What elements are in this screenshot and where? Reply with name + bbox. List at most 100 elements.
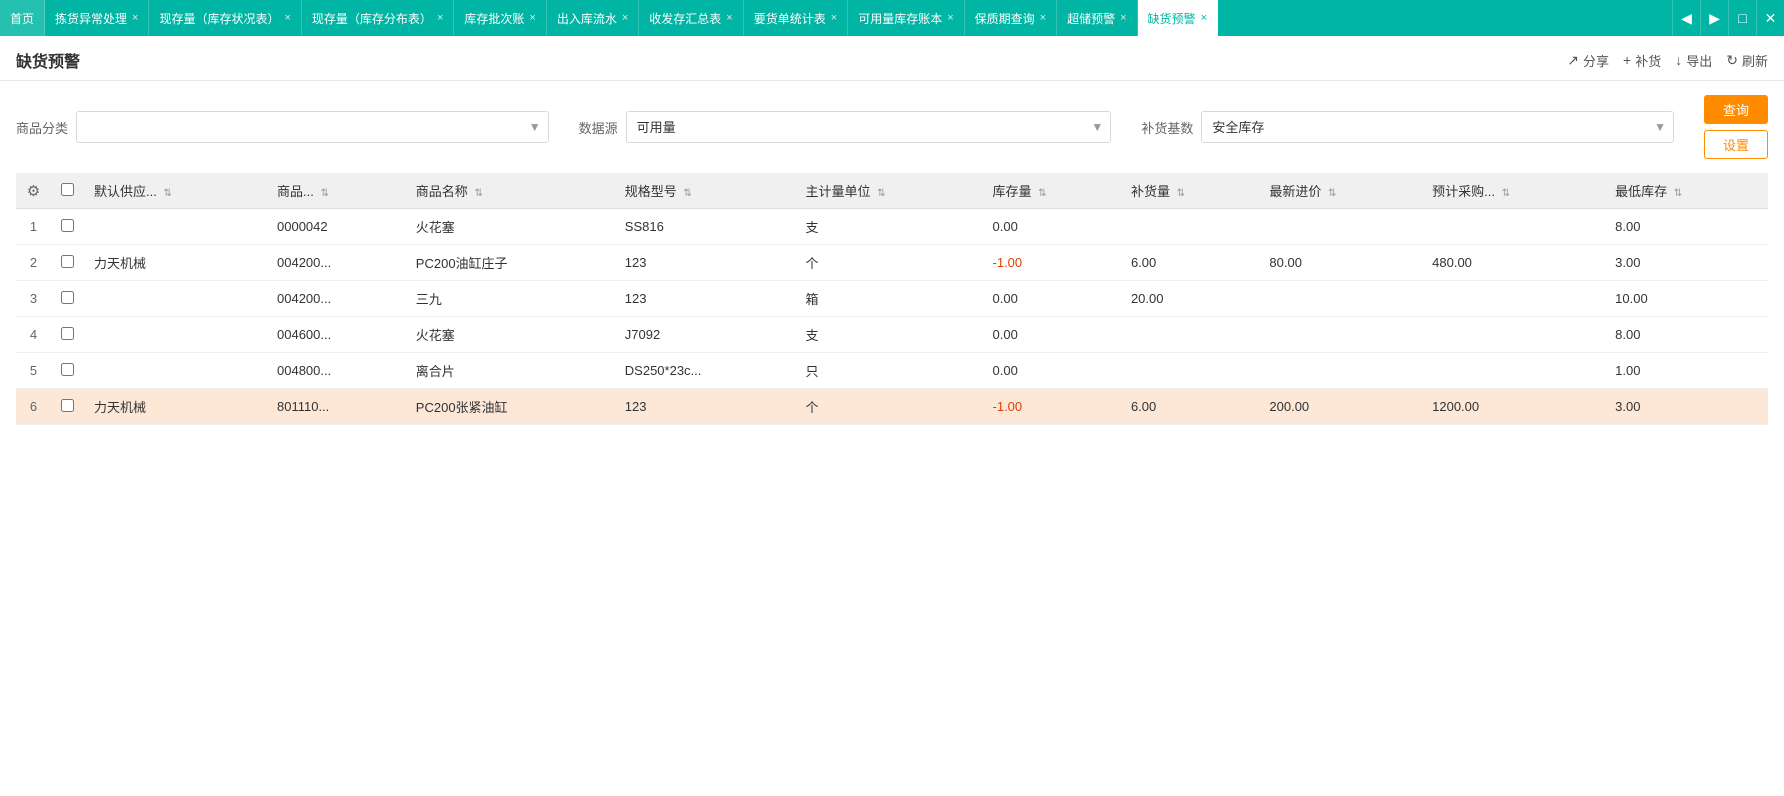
share-button[interactable]: ↗ 分享 xyxy=(1567,51,1609,70)
nav-tab-stock1[interactable]: 现存量（库存状况表） × xyxy=(149,0,301,36)
cell-spec: J7092 xyxy=(615,317,796,353)
row-checkbox[interactable] xyxy=(61,363,74,376)
sort-icon: ⇅ xyxy=(683,188,691,199)
cell-commodity-code: 004600... xyxy=(267,317,406,353)
nav-tab-home[interactable]: 首页 xyxy=(0,0,45,36)
nav-tab-batch[interactable]: 库存批次账 × xyxy=(454,0,546,36)
nav-window-button[interactable]: □ xyxy=(1728,0,1756,36)
row-number: 1 xyxy=(16,209,51,245)
close-icon[interactable]: × xyxy=(529,12,535,24)
query-button[interactable]: 查询 xyxy=(1704,95,1768,124)
close-icon[interactable]: × xyxy=(947,12,953,24)
cell-spec: DS250*23c... xyxy=(615,353,796,389)
column-replenish[interactable]: 补货量 ⇅ xyxy=(1121,173,1259,209)
close-icon[interactable]: × xyxy=(1040,12,1046,24)
table-container: ⚙ 默认供应... ⇅ 商品... ⇅ 商品名称 ⇅ xyxy=(0,173,1784,441)
cell-commodity-name: 三九 xyxy=(406,281,615,317)
nav-prev-button[interactable]: ◀ xyxy=(1672,0,1700,36)
column-commodity-code[interactable]: 商品... ⇅ xyxy=(267,173,406,209)
sort-icon: ⇅ xyxy=(320,188,328,199)
commodity-category-select[interactable] xyxy=(76,111,549,143)
replenish-icon: + xyxy=(1623,52,1631,68)
cell-unit: 个 xyxy=(795,389,982,425)
replenishment-base-select[interactable]: 安全库存 最低库存 xyxy=(1201,111,1674,143)
nav-tab-stock2[interactable]: 现存量（库存分布表） × xyxy=(302,0,454,36)
column-latest-price[interactable]: 最新进价 ⇅ xyxy=(1259,173,1422,209)
close-icon[interactable]: × xyxy=(437,12,443,24)
cell-spec: 123 xyxy=(615,245,796,281)
column-default-supplier[interactable]: 默认供应... ⇅ xyxy=(84,173,267,209)
cell-commodity-name: 离合片 xyxy=(406,353,615,389)
table-row: 1 0000042 火花塞 SS816 支 0.00 8.00 xyxy=(16,209,1768,245)
gear-icon[interactable]: ⚙ xyxy=(26,182,41,200)
export-button[interactable]: ↓ 导出 xyxy=(1675,51,1712,70)
close-icon[interactable]: × xyxy=(284,12,290,24)
refresh-button[interactable]: ↻ 刷新 xyxy=(1726,51,1768,70)
row-checkbox[interactable] xyxy=(61,291,74,304)
row-checkbox[interactable] xyxy=(61,327,74,340)
nav-tab-picking[interactable]: 拣货异常处理 × xyxy=(45,0,149,36)
cell-spec: 123 xyxy=(615,389,796,425)
row-checkbox[interactable] xyxy=(61,219,74,232)
close-icon[interactable]: × xyxy=(1120,12,1126,24)
nav-tab-expiry[interactable]: 保质期查询 × xyxy=(965,0,1057,36)
sort-icon: ⇅ xyxy=(474,188,482,199)
share-icon: ↗ xyxy=(1567,52,1579,69)
close-icon[interactable]: × xyxy=(1201,12,1207,24)
nav-tab-available[interactable]: 可用量库存账本 × xyxy=(848,0,964,36)
cell-min-stock: 8.00 xyxy=(1605,209,1768,245)
nav-tab-overstock[interactable]: 超储预警 × xyxy=(1057,0,1137,36)
nav-tab-summary[interactable]: 收发存汇总表 × xyxy=(639,0,743,36)
column-estimated-purchase[interactable]: 预计采购... ⇅ xyxy=(1422,173,1605,209)
cell-default-supplier xyxy=(84,209,267,245)
nav-tab-requisition[interactable]: 要货单统计表 × xyxy=(744,0,848,36)
cell-default-supplier xyxy=(84,281,267,317)
cell-unit: 只 xyxy=(795,353,982,389)
column-commodity-name[interactable]: 商品名称 ⇅ xyxy=(406,173,615,209)
nav-next-button[interactable]: ▶ xyxy=(1700,0,1728,36)
table-row: 4 004600... 火花塞 J7092 支 0.00 8.00 xyxy=(16,317,1768,353)
row-number: 2 xyxy=(16,245,51,281)
data-source-select[interactable]: 可用量 库存量 xyxy=(626,111,1112,143)
close-icon[interactable]: × xyxy=(132,12,138,24)
cell-latest-price xyxy=(1259,353,1422,389)
table-row: 6 力天机械 801110... PC200张紧油缸 123 个 -1.00 6… xyxy=(16,389,1768,425)
row-number: 6 xyxy=(16,389,51,425)
row-checkbox[interactable] xyxy=(61,255,74,268)
cell-latest-price xyxy=(1259,317,1422,353)
sort-icon: ⇅ xyxy=(1038,188,1046,199)
table-row: 3 004200... 三九 123 箱 0.00 20.00 10.00 xyxy=(16,281,1768,317)
cell-latest-price xyxy=(1259,209,1422,245)
sort-icon: ⇅ xyxy=(1177,188,1185,199)
cell-replenish xyxy=(1121,209,1259,245)
replenishment-base-label: 补货基数 xyxy=(1141,118,1193,137)
close-icon[interactable]: × xyxy=(726,12,732,24)
page-title: 缺货预警 xyxy=(16,48,80,72)
cell-estimated-purchase xyxy=(1422,353,1605,389)
cell-stock: 0.00 xyxy=(983,209,1121,245)
settings-button[interactable]: 设置 xyxy=(1704,130,1768,159)
cell-latest-price: 200.00 xyxy=(1259,389,1422,425)
nav-tab-shortage[interactable]: 缺货预警 × xyxy=(1138,0,1218,36)
column-gear: ⚙ xyxy=(16,173,51,209)
row-checkbox[interactable] xyxy=(61,399,74,412)
select-all-checkbox[interactable] xyxy=(61,183,74,196)
nav-close-button[interactable]: ✕ xyxy=(1756,0,1784,36)
column-spec[interactable]: 规格型号 ⇅ xyxy=(615,173,796,209)
nav-tab-inout[interactable]: 出入库流水 × xyxy=(547,0,639,36)
close-icon[interactable]: × xyxy=(622,12,628,24)
cell-stock: 0.00 xyxy=(983,353,1121,389)
replenish-button[interactable]: + 补货 xyxy=(1623,51,1661,70)
cell-replenish xyxy=(1121,353,1259,389)
table-header-row: ⚙ 默认供应... ⇅ 商品... ⇅ 商品名称 ⇅ xyxy=(16,173,1768,209)
table-row: 5 004800... 离合片 DS250*23c... 只 0.00 1.00 xyxy=(16,353,1768,389)
filter-bar: 商品分类 ▼ 数据源 可用量 库存量 ▼ 补货基数 xyxy=(0,81,1784,173)
sort-icon: ⇅ xyxy=(1674,188,1682,199)
cell-default-supplier: 力天机械 xyxy=(84,245,267,281)
column-stock[interactable]: 库存量 ⇅ xyxy=(983,173,1121,209)
close-icon[interactable]: × xyxy=(831,12,837,24)
cell-commodity-name: 火花塞 xyxy=(406,209,615,245)
column-checkbox xyxy=(51,173,84,209)
column-min-stock[interactable]: 最低库存 ⇅ xyxy=(1605,173,1768,209)
column-unit[interactable]: 主计量单位 ⇅ xyxy=(795,173,982,209)
